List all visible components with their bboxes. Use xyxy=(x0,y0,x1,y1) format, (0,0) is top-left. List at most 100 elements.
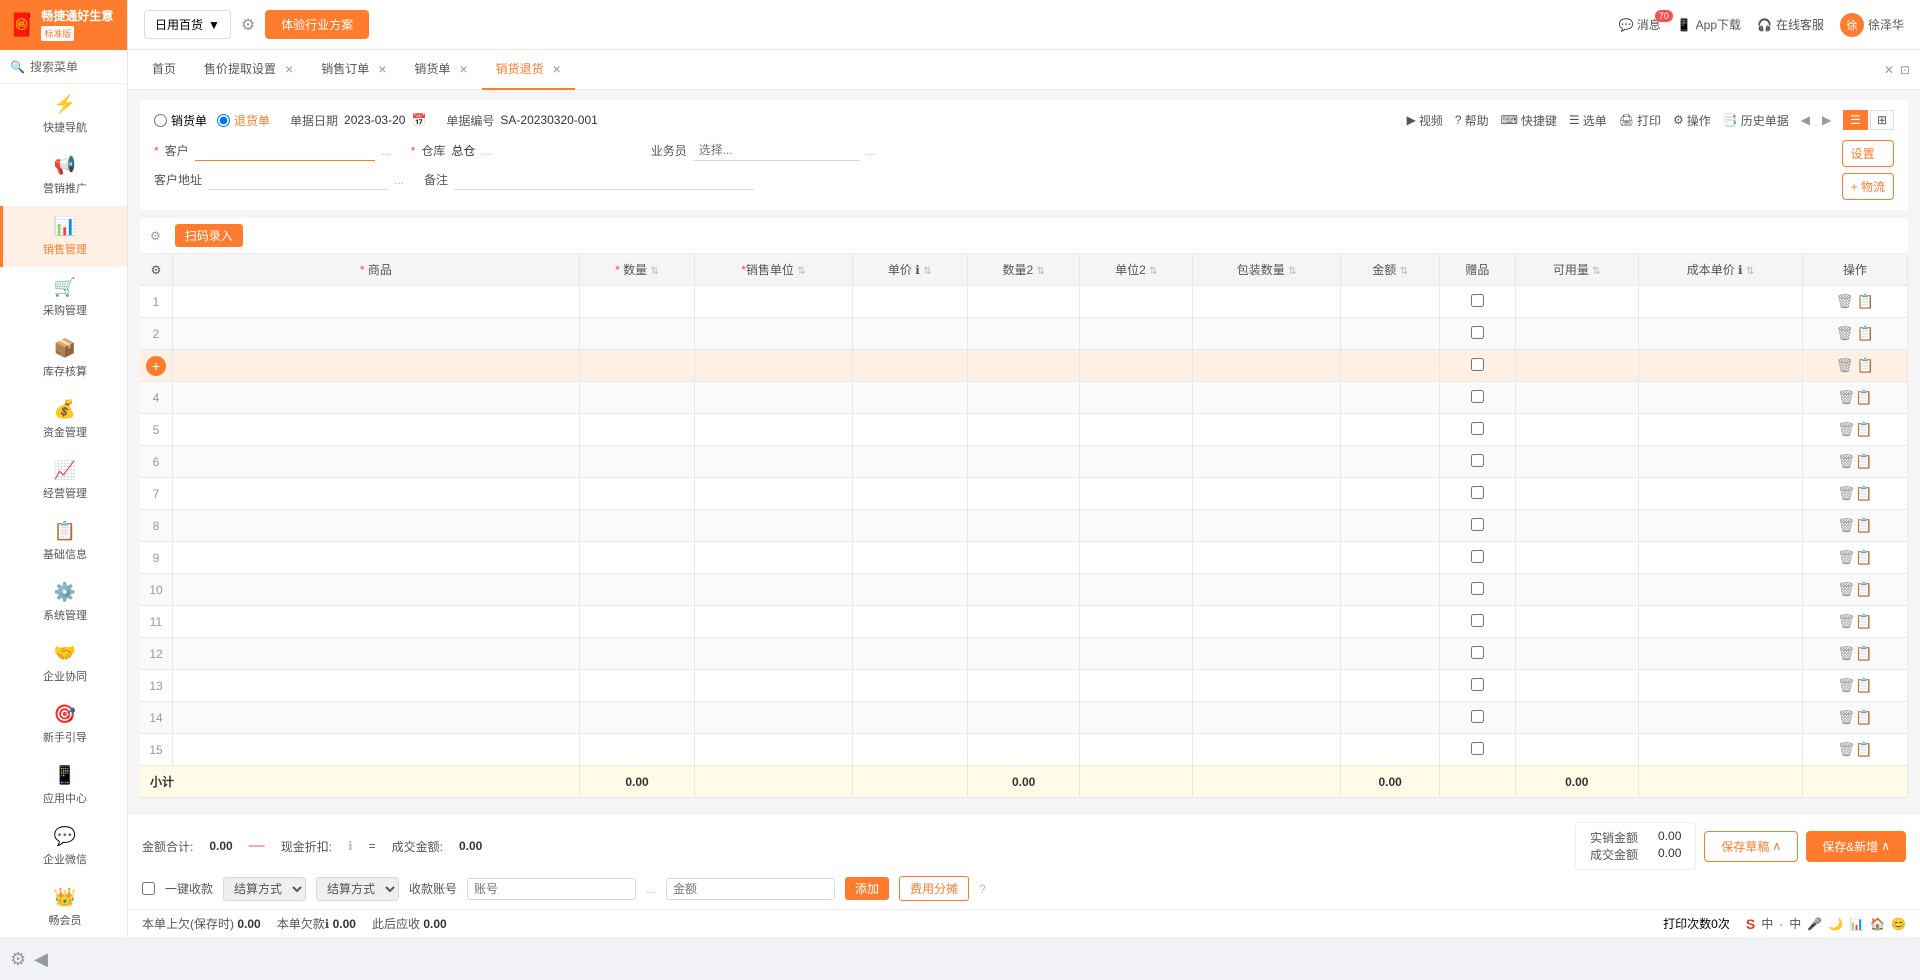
table-settings-icon[interactable]: ⚙ xyxy=(150,229,161,243)
sidebar-item-operations[interactable]: 📈 经营管理 xyxy=(0,450,127,511)
help-action[interactable]: ?帮助 xyxy=(1455,112,1489,129)
delete-row-btn[interactable]: 🗑 xyxy=(1837,645,1855,662)
sidebar-item-wechat[interactable]: 💬 企业微信 xyxy=(0,816,127,877)
quantity2-cell[interactable] xyxy=(967,286,1080,318)
copy-row-btn[interactable]: 📋 xyxy=(1855,485,1872,502)
radio-return[interactable]: 退货单 xyxy=(217,112,270,129)
customer-input[interactable] xyxy=(195,140,375,161)
sidebar-item-purchase-mgmt[interactable]: 🛒 采购管理 xyxy=(0,267,127,328)
radio-return-input[interactable] xyxy=(217,114,230,127)
gift-checkbox[interactable] xyxy=(1471,518,1484,531)
delete-row-btn[interactable]: 🗑 xyxy=(1836,357,1854,374)
copy-row-btn[interactable]: 📋 xyxy=(1855,613,1872,630)
available-cell[interactable] xyxy=(1515,286,1639,318)
sidebar-item-basic-info[interactable]: 📋 基础信息 xyxy=(0,511,127,572)
package-qty-cell[interactable] xyxy=(1193,286,1341,318)
gift-checkbox[interactable] xyxy=(1471,742,1484,755)
sidebar-item-finance[interactable]: 💰 资金管理 xyxy=(0,389,127,450)
cost-unit-cell[interactable] xyxy=(1639,318,1803,350)
operate-action[interactable]: ⚙操作 xyxy=(1673,112,1711,129)
sidebar-item-sales-mgmt[interactable]: 📊 销售管理 xyxy=(0,206,127,267)
grid-view-btn[interactable]: ☰ xyxy=(1843,110,1868,130)
tab-expand-icon[interactable]: ⊡ xyxy=(1900,63,1910,77)
save-new-button[interactable]: 保存&新增 ∧ xyxy=(1806,831,1906,862)
copy-row-btn[interactable]: 📋 xyxy=(1855,677,1872,694)
logistics-button[interactable]: + 物流 xyxy=(1842,173,1894,200)
account-input[interactable] xyxy=(467,878,636,900)
remark-input[interactable] xyxy=(454,169,754,190)
address-input[interactable] xyxy=(208,169,388,190)
delete-row-btn[interactable]: 🗑 xyxy=(1837,709,1855,726)
tab-price-extract[interactable]: 售价提取设置 × xyxy=(190,50,307,90)
sidebar-item-enterprise[interactable]: 🤝 企业协同 xyxy=(0,633,127,694)
unit2-cell[interactable] xyxy=(1080,318,1193,350)
sale-unit-cell[interactable] xyxy=(695,318,852,350)
gift-checkbox[interactable] xyxy=(1471,582,1484,595)
copy-row-btn[interactable]: 📋 xyxy=(1855,581,1872,598)
delete-row-btn[interactable]: 🗑 xyxy=(1837,581,1855,598)
list-view-btn[interactable]: ⊞ xyxy=(1870,110,1894,130)
ime-moon-icon[interactable]: 🌙 xyxy=(1828,917,1843,931)
gift-checkbox[interactable] xyxy=(1471,358,1484,371)
topbar-settings-icon[interactable]: ⚙ xyxy=(241,15,255,35)
company-dropdown[interactable]: 日用百货 ▼ xyxy=(144,10,231,39)
gift-checkbox[interactable] xyxy=(1471,326,1484,339)
tab-sales-return[interactable]: 销货退货 × xyxy=(482,50,575,90)
ime-emoji-icon[interactable]: 😊 xyxy=(1891,917,1906,931)
ime-zh-icon[interactable]: 中 xyxy=(1761,915,1773,932)
tab-price-extract-close[interactable]: × xyxy=(285,61,293,77)
product-input[interactable] xyxy=(179,359,573,373)
delete-row-btn[interactable]: 🗑 xyxy=(1837,389,1855,406)
amount-cell[interactable] xyxy=(1341,286,1440,318)
copy-row-btn[interactable]: 📋 xyxy=(1855,453,1872,470)
gift-checkbox[interactable] xyxy=(1471,454,1484,467)
gift-checkbox[interactable] xyxy=(1471,614,1484,627)
available-cell[interactable] xyxy=(1515,350,1639,382)
sale-unit-cell[interactable] xyxy=(695,350,852,382)
gift-checkbox[interactable] xyxy=(1471,422,1484,435)
product-cell[interactable] xyxy=(173,286,580,318)
message-btn[interactable]: 💬 消息 70 xyxy=(1619,16,1661,33)
history-action[interactable]: 📑历史单据 xyxy=(1723,112,1789,129)
delete-row-btn[interactable]: 🗑 xyxy=(1837,421,1855,438)
sidebar-item-new-guide[interactable]: 🎯 新手引导 xyxy=(0,694,127,755)
unit-price-cell[interactable] xyxy=(852,286,967,318)
sidebar-item-member[interactable]: 👑 畅会员 xyxy=(0,877,127,938)
sidebar-item-app-center[interactable]: 📱 应用中心 xyxy=(0,755,127,816)
app-download-btn[interactable]: 📱 App下载 xyxy=(1677,16,1741,33)
sidebar-item-system[interactable]: ⚙️ 系统管理 xyxy=(0,572,127,633)
one-click-payment-checkbox[interactable] xyxy=(142,882,155,895)
gift-checkbox[interactable] xyxy=(1471,646,1484,659)
online-service-btn[interactable]: 🎧 在线客服 xyxy=(1757,16,1824,33)
amount-cell[interactable] xyxy=(1341,318,1440,350)
package-qty-cell[interactable] xyxy=(1193,318,1341,350)
delete-row-btn[interactable]: 🗑 xyxy=(1837,613,1855,630)
delete-row-btn[interactable]: 🗑 xyxy=(1837,453,1855,470)
delete-row-btn[interactable]: 🗑 xyxy=(1837,549,1855,566)
package-qty-cell[interactable] xyxy=(1193,350,1341,382)
ime-home-icon[interactable]: 🏠 xyxy=(1870,917,1885,931)
copy-row-btn[interactable]: 📋 xyxy=(1855,741,1872,758)
gift-checkbox[interactable] xyxy=(1471,678,1484,691)
gift-checkbox[interactable] xyxy=(1471,294,1484,307)
delete-row-btn[interactable]: 🗑 xyxy=(1836,325,1854,342)
next-icon[interactable]: ▶ xyxy=(1822,113,1831,127)
quantity-cell[interactable] xyxy=(579,318,694,350)
tab-sales-return-close[interactable]: × xyxy=(553,61,561,77)
unit2-cell[interactable] xyxy=(1080,286,1193,318)
tab-sales-bill-close[interactable]: × xyxy=(459,61,467,77)
quantity-cell[interactable] xyxy=(579,350,694,382)
sidebar-item-quick-nav[interactable]: ⚡ 快捷导航 xyxy=(0,84,127,145)
settings-bottom-icon[interactable]: ⚙ xyxy=(10,949,26,970)
fee-split-button[interactable]: 费用分摊 xyxy=(899,876,969,901)
gift-checkbox[interactable] xyxy=(1471,550,1484,563)
radio-sale[interactable]: 销货单 xyxy=(154,112,207,129)
gift-checkbox[interactable] xyxy=(1471,390,1484,403)
trial-button[interactable]: 体验行业方案 xyxy=(265,10,369,39)
copy-row-btn[interactable]: 📋 xyxy=(1857,293,1874,310)
unit-price-cell[interactable] xyxy=(852,318,967,350)
warehouse-dots[interactable]: ... xyxy=(481,144,491,158)
video-action[interactable]: ▶视频 xyxy=(1407,112,1443,129)
settlement-method-select[interactable]: 结算方式 xyxy=(223,877,306,901)
quantity2-cell[interactable] xyxy=(967,350,1080,382)
